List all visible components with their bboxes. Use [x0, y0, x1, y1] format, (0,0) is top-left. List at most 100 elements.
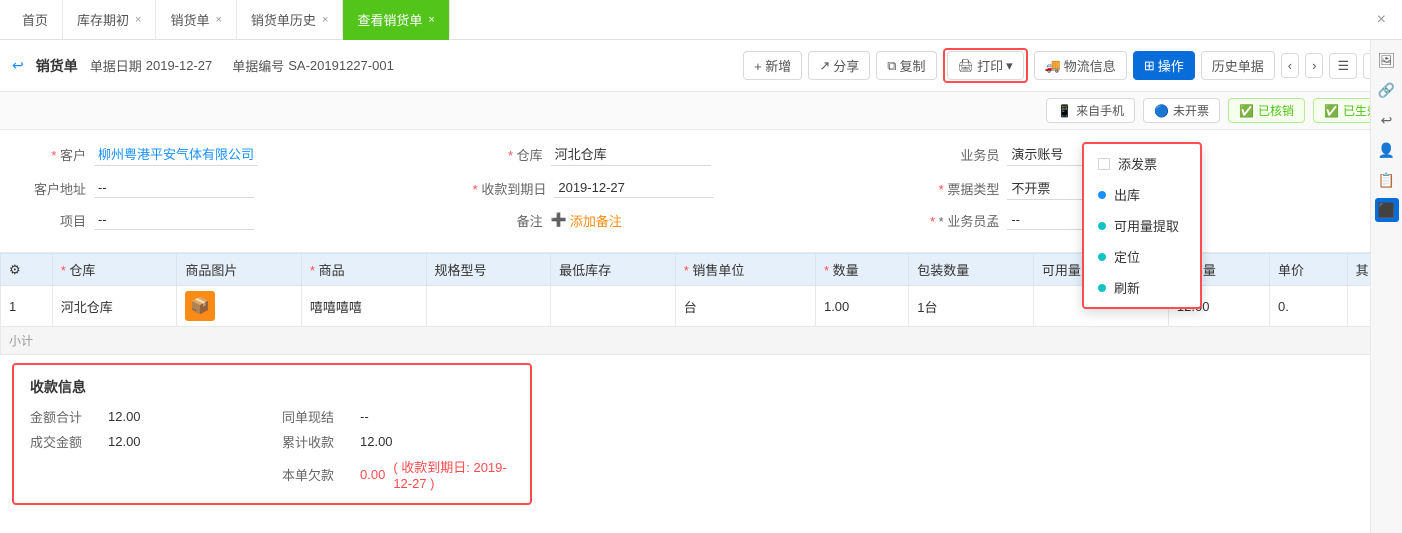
col-settings: ⚙	[1, 254, 53, 286]
sidebar-icon-doc[interactable]: 📋	[1375, 168, 1399, 192]
dropdown-item-add-ticket[interactable]: 添发票	[1084, 148, 1200, 179]
check-icon: ✅	[1239, 104, 1254, 118]
transaction-label: 成交金额	[30, 432, 100, 451]
cumulative-value: 12.00	[360, 434, 393, 449]
col-unit-price: 单价	[1270, 254, 1348, 286]
add-note-btn[interactable]: ➕ 添加备注	[551, 211, 622, 230]
header-actions: + 新增 ↗ 分享 ⧉ 复制 🖨 打印 ▾ 🚚 物流信息 ⊞	[743, 48, 1390, 83]
form-address: 客户地址 --	[16, 178, 473, 198]
sidebar-icon-link[interactable]: 🔗	[1375, 78, 1399, 102]
sidebar-icon-user[interactable]: 👤	[1375, 138, 1399, 162]
cell-index: 1	[1, 286, 53, 327]
cell-unit-price: 0.	[1270, 286, 1348, 327]
same-order-value: --	[360, 409, 369, 424]
prev-button[interactable]: ‹	[1281, 53, 1299, 78]
payment-transaction: 成交金额 12.00	[30, 432, 262, 451]
done-check-button[interactable]: ✅ 已核销	[1228, 98, 1305, 123]
logistics-button[interactable]: 🚚 物流信息	[1034, 51, 1127, 80]
dropdown-arrow-icon: ▾	[1006, 58, 1013, 74]
col-sales-unit: 销售单位	[675, 254, 815, 286]
add-icon: ➕	[551, 212, 567, 228]
tab-view-sales-order[interactable]: 查看销货单 ×	[343, 0, 449, 40]
form-note: 备注 ➕ 添加备注	[473, 211, 930, 230]
close-icon[interactable]: ×	[428, 14, 434, 26]
from-phone-button[interactable]: 📱 来自手机	[1046, 98, 1135, 123]
cell-min-stock	[551, 286, 676, 327]
tab-sales-order[interactable]: 销货单 ×	[156, 0, 236, 40]
print-button[interactable]: 🖨 打印 ▾	[947, 51, 1024, 80]
warehouse-value: 河北仓库	[551, 142, 711, 166]
cell-quantity: 1.00	[815, 286, 908, 327]
col-spec: 规格型号	[426, 254, 551, 286]
not-open-ticket-button[interactable]: 🔵 未开票	[1143, 98, 1220, 123]
warehouse-label: 仓库	[473, 145, 543, 164]
close-icon[interactable]: ×	[322, 14, 328, 26]
dropdown-item-outbound[interactable]: 出库	[1084, 179, 1200, 210]
note-label: 备注	[473, 211, 543, 230]
subtotal-row: 小计	[1, 327, 1402, 355]
date-value: 2019-12-27	[146, 58, 213, 73]
col-quantity: 数量	[815, 254, 908, 286]
sidebar-icon-return[interactable]: ↩	[1375, 108, 1399, 132]
current-owed-value: 0.00	[360, 467, 385, 482]
close-all-button[interactable]: ×	[1369, 11, 1394, 29]
checkbox-icon	[1098, 158, 1110, 170]
col-product-img: 商品图片	[177, 254, 302, 286]
share-button[interactable]: ↗ 分享	[808, 51, 870, 80]
logistics-icon: 🚚	[1045, 58, 1061, 74]
dot-blue-icon	[1098, 191, 1106, 199]
number-label: 单据编号	[232, 56, 284, 75]
tab-sales-history[interactable]: 销货单历史 ×	[237, 0, 343, 40]
main-area: ↩ 销货单 单据日期 2019-12-27 单据编号 SA-20191227-0…	[0, 40, 1402, 533]
doc-type-label: 销货单	[36, 56, 78, 76]
staff-label: * 业务员孟	[929, 211, 999, 230]
col-product: 商品	[301, 254, 426, 286]
due-date-note: ( 收款到期日: 2019-12-27 )	[393, 457, 514, 491]
close-icon[interactable]: ×	[135, 14, 141, 26]
customer-label: 客户	[16, 145, 86, 164]
history-button[interactable]: 历史单据	[1201, 51, 1275, 80]
next-button[interactable]: ›	[1305, 53, 1323, 78]
address-label: 客户地址	[16, 179, 86, 198]
subtotal-label: 小计	[1, 327, 1402, 355]
same-order-label: 同单现结	[282, 407, 352, 426]
tab-home[interactable]: 首页	[8, 0, 63, 40]
dropdown-item-available-qty[interactable]: 可用量提取	[1084, 210, 1200, 241]
cell-warehouse: 河北仓库	[52, 286, 177, 327]
total-amount-value: 12.00	[108, 409, 141, 424]
payment-total-amount: 金额合计 12.00	[30, 407, 262, 426]
print-icon: 🖨	[958, 58, 975, 74]
sidebar-icon-active[interactable]: ⬛	[1375, 198, 1399, 222]
new-button[interactable]: + 新增	[743, 51, 802, 80]
status-bar: 📱 来自手机 🔵 未开票 ✅ 已核销 ✅ 已生效	[0, 92, 1402, 130]
cumulative-label: 累计收款	[282, 432, 352, 451]
payment-grid: 金额合计 12.00 同单现结 -- 成交金额 12.00 累计收款 12.00…	[30, 407, 514, 491]
copy-button[interactable]: ⧉ 复制	[876, 51, 936, 80]
ticket-type-label: 票据类型	[929, 179, 999, 198]
sidebar-icon-image[interactable]: 🖼	[1375, 48, 1399, 72]
cell-sales-unit: 台	[675, 286, 815, 327]
dropdown-item-locate[interactable]: 定位	[1084, 241, 1200, 272]
tab-inventory-init[interactable]: 库存期初 ×	[63, 0, 156, 40]
dropdown-item-refresh[interactable]: 刷新	[1084, 272, 1200, 303]
payment-same-order: 同单现结 --	[282, 407, 514, 426]
dot-cyan-icon-2	[1098, 253, 1106, 261]
doc-header: ↩ 销货单 单据日期 2019-12-27 单据编号 SA-20191227-0…	[0, 40, 1402, 92]
operate-button[interactable]: ⊞ 操作	[1133, 51, 1195, 80]
date-label: 单据日期	[90, 56, 142, 75]
doc-title-area: ↩ 销货单 单据日期 2019-12-27 单据编号 SA-20191227-0…	[12, 56, 394, 76]
dropdown-menu: 添发票 出库 可用量提取 定位 刷新	[1082, 142, 1202, 309]
col-pack-qty: 包装数量	[909, 254, 1034, 286]
transaction-value: 12.00	[108, 434, 141, 449]
list-view-button[interactable]: ☰	[1329, 53, 1357, 79]
dot-cyan-icon-1	[1098, 222, 1106, 230]
project-label: 项目	[16, 211, 86, 230]
payment-cumulative: 累计收款 12.00	[282, 432, 514, 451]
col-min-stock: 最低库存	[551, 254, 676, 286]
dot-cyan-icon-3	[1098, 284, 1106, 292]
form-warehouse: 仓库 河北仓库	[473, 142, 930, 166]
share-icon: ↗	[819, 58, 830, 74]
close-icon[interactable]: ×	[215, 14, 221, 26]
project-value: --	[94, 210, 254, 230]
customer-value[interactable]: 柳州粤港平安气体有限公司	[94, 142, 258, 166]
